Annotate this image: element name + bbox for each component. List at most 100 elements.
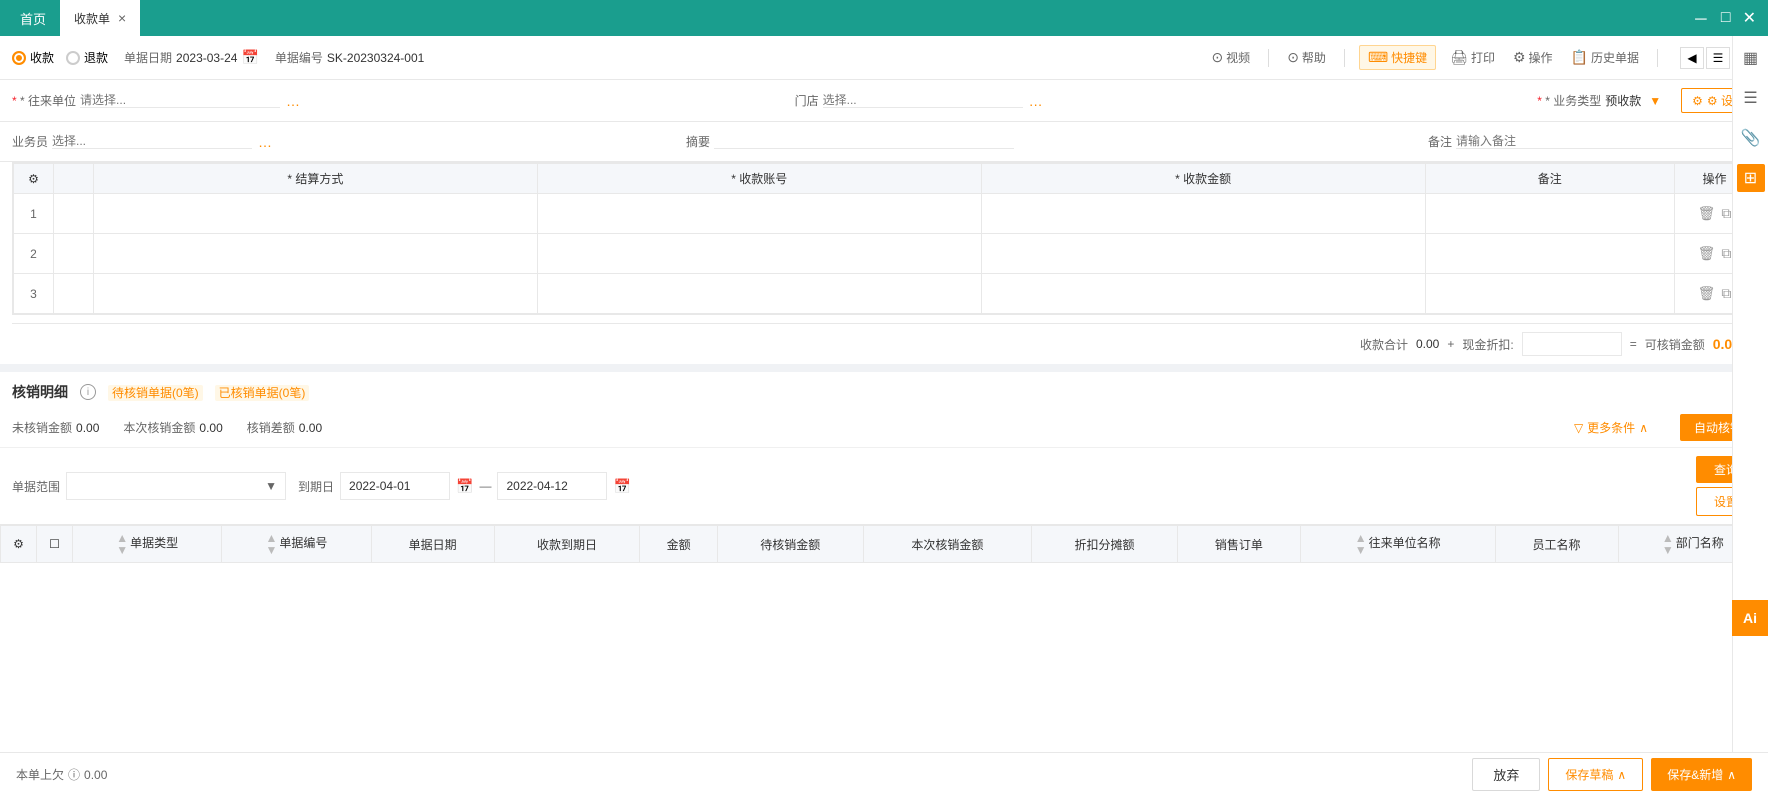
row-1-remark[interactable] — [1425, 194, 1674, 234]
nav-tab-label: 收款单 — [74, 10, 110, 27]
store-more-btn[interactable]: … — [1029, 93, 1043, 109]
due-date-label: 到期日 — [298, 478, 334, 495]
table-row: 2 🗑 ⧉ — [14, 234, 1755, 274]
salesman-more-btn[interactable]: … — [258, 134, 272, 150]
row-1-copy-icon[interactable]: ⧉ — [1721, 205, 1731, 222]
bt-col-pending: 待核销金额 — [717, 526, 863, 563]
print-btn[interactable]: 🖨 打印 — [1446, 47, 1499, 68]
ai-assistant-badge[interactable]: Ai — [1732, 600, 1768, 636]
window-restore-icon[interactable]: □ — [1717, 7, 1735, 29]
discard-btn[interactable]: 放弃 — [1472, 758, 1540, 791]
data-table-section: ⚙ * 结算方式 * 收款账号 * 收款金额 备注 操作 1 — [12, 162, 1756, 315]
range-arrow: ▼ — [265, 479, 277, 493]
row-3-remark[interactable] — [1425, 274, 1674, 314]
save-new-btn[interactable]: 保存&新增 ∧ — [1651, 758, 1752, 791]
sidebar-list-icon[interactable]: ☰ — [1737, 84, 1765, 112]
nav-tab-receipt[interactable]: 收款单 × — [60, 0, 140, 36]
video-btn[interactable]: ⊙ 视频 — [1207, 47, 1254, 68]
sidebar-attach-icon[interactable]: 📎 — [1737, 124, 1765, 152]
bt-col-partner: ▲▼往来单位名称 — [1300, 526, 1495, 563]
bt-col-checkbox[interactable]: ☐ — [37, 526, 73, 563]
col-account-header: * 收款账号 — [537, 164, 981, 194]
row-1-delete-icon[interactable]: 🗑 — [1698, 205, 1716, 222]
date-from-input[interactable] — [340, 472, 450, 500]
more-conditions-btn[interactable]: ▽ 更多条件 ∧ — [1574, 419, 1648, 436]
row-2-delete-icon[interactable]: 🗑 — [1698, 245, 1716, 262]
col-settings-header[interactable]: ⚙ — [14, 164, 54, 194]
salesman-input[interactable] — [52, 134, 252, 149]
date-from-calendar-icon[interactable]: 📅 — [456, 478, 473, 495]
view-toggle-list[interactable]: ☰ — [1706, 47, 1730, 69]
date-value: 2023-03-24 — [176, 51, 237, 65]
row-3-copy-icon[interactable]: ⧉ — [1721, 285, 1731, 302]
radio-receive-circle — [12, 51, 26, 65]
row-3-account[interactable] — [537, 274, 981, 314]
discount-label: 现金折扣: — [1462, 336, 1513, 353]
summary-input[interactable] — [714, 134, 1014, 149]
nav-home[interactable]: 首页 — [8, 0, 58, 36]
row-2-amount[interactable] — [981, 234, 1425, 274]
salesman-field: 业务员 … — [12, 133, 272, 150]
bt-col-sales-order: 销售订单 — [1177, 526, 1300, 563]
row-3-delete-icon[interactable]: 🗑 — [1698, 285, 1716, 302]
row-1-amount[interactable] — [981, 194, 1425, 234]
date-label: 单据日期 — [124, 49, 172, 66]
salesman-label: 业务员 — [12, 133, 48, 150]
discount-input[interactable] — [1522, 332, 1622, 356]
write-off-info-icon[interactable]: i — [80, 384, 96, 400]
help-btn[interactable]: ⊙ 帮助 — [1283, 47, 1330, 68]
counterpart-input[interactable] — [80, 93, 280, 108]
history-label: 历史单据 — [1591, 49, 1639, 66]
row-3-settlement[interactable] — [94, 274, 538, 314]
row-2-settlement[interactable] — [94, 234, 538, 274]
remark-input[interactable] — [1456, 134, 1756, 149]
range-select[interactable]: ▼ — [66, 472, 286, 500]
write-off-table: ⚙ ☐ ▲▼单据类型 ▲▼单据编号 单据日期 收款到期日 金额 待核销金额 本次… — [0, 525, 1768, 563]
shortcut-label: 快捷键 — [1391, 49, 1427, 66]
pending-tab[interactable]: 待核销单据(0笔) — [108, 384, 203, 401]
shortcut-btn[interactable]: ⌨ 快捷键 — [1359, 45, 1436, 70]
store-input[interactable] — [823, 93, 1023, 108]
net-label: 可核销金额 — [1645, 336, 1705, 353]
done-tab[interactable]: 已核销单据(0笔) — [215, 384, 310, 401]
write-off-title: 核销明细 — [12, 382, 68, 402]
sidebar-table-icon[interactable]: ▦ — [1737, 44, 1765, 72]
bt-col-settings[interactable]: ⚙ — [1, 526, 37, 563]
business-type-arrow[interactable]: ▼ — [1649, 94, 1661, 108]
save-draft-arrow[interactable]: ∧ — [1617, 768, 1626, 782]
row-1-account[interactable] — [537, 194, 981, 234]
row-1-settlement[interactable] — [94, 194, 538, 234]
footer-bar: 本单上欠 ⓘ 0.00 放弃 保存草稿 ∧ 保存&新增 ∧ — [0, 752, 1768, 796]
radio-receive[interactable]: 收款 — [12, 49, 54, 66]
divider-1 — [1268, 49, 1269, 67]
footer-info-icon[interactable]: ⓘ — [68, 766, 80, 783]
row-2-copy-icon[interactable]: ⧉ — [1721, 245, 1731, 262]
operation-btn[interactable]: ⚙ 操作 — [1509, 47, 1557, 68]
view-toggle-prev[interactable]: ◀ — [1680, 47, 1704, 69]
form-row-1: * 往来单位 … 门店 … * 业务类型 预收款 ▼ ⚙ ⚙ 设置 — [0, 80, 1768, 122]
history-btn[interactable]: 📋 历史单据 — [1567, 47, 1643, 68]
radio-refund[interactable]: 退款 — [66, 49, 108, 66]
table-row: 3 🗑 ⧉ — [14, 274, 1755, 314]
counterpart-field: * 往来单位 … — [12, 92, 300, 109]
row-3-amount[interactable] — [981, 274, 1425, 314]
row-2-account[interactable] — [537, 234, 981, 274]
save-draft-label: 保存草稿 — [1565, 766, 1613, 783]
chevron-up-icon: ∧ — [1639, 421, 1648, 435]
save-draft-btn[interactable]: 保存草稿 ∧ — [1548, 758, 1643, 791]
save-new-arrow[interactable]: ∧ — [1727, 768, 1736, 782]
date-calendar-icon[interactable]: 📅 — [241, 49, 258, 66]
sidebar-expand-icon[interactable]: ⊞ — [1737, 164, 1765, 192]
counterpart-more-btn[interactable]: … — [286, 93, 300, 109]
window-close-icon[interactable]: ✕ — [1739, 6, 1760, 30]
tab-close-icon[interactable]: × — [118, 10, 126, 26]
col-settlement-header: * 结算方式 — [94, 164, 538, 194]
sort-type-icon: ▲▼ — [116, 532, 128, 556]
video-label: 视频 — [1226, 49, 1250, 66]
date-to-input[interactable] — [497, 472, 607, 500]
unrecon-value: 0.00 — [76, 421, 99, 435]
row-2-remark[interactable] — [1425, 234, 1674, 274]
pending-tab-label: 待核销单据(0笔) — [108, 385, 203, 401]
date-to-calendar-icon[interactable]: 📅 — [613, 478, 630, 495]
window-minimize-icon[interactable]: － — [1689, 4, 1713, 32]
